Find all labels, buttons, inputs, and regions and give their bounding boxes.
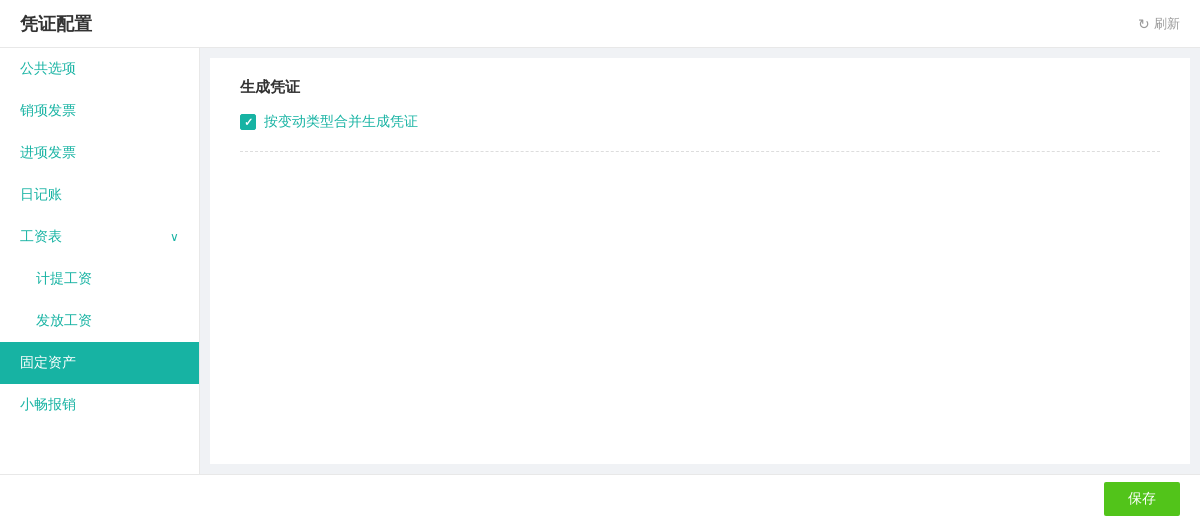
sidebar-label-payroll-table: 工资表 <box>20 228 62 246</box>
checkbox-row: ✓ 按变动类型合并生成凭证 <box>240 113 1160 131</box>
refresh-button[interactable]: ↻ 刷新 <box>1138 15 1180 33</box>
section-title: 生成凭证 <box>240 78 1160 97</box>
sidebar-label-journal: 日记账 <box>20 186 62 204</box>
header: 凭证配置 ↻ 刷新 <box>0 0 1200 48</box>
save-button[interactable]: 保存 <box>1104 482 1180 516</box>
sidebar-item-payroll-table[interactable]: 工资表 ∨ <box>0 216 199 258</box>
section-divider <box>240 151 1160 152</box>
refresh-label: 刷新 <box>1154 15 1180 33</box>
sidebar-label-pay-salary: 发放工资 <box>36 312 92 328</box>
sidebar-item-pay-salary[interactable]: 发放工资 <box>0 300 199 342</box>
chevron-down-icon: ∨ <box>170 230 179 244</box>
sidebar-item-purchase-invoice[interactable]: 进项发票 <box>0 132 199 174</box>
check-mark-icon: ✓ <box>244 116 253 129</box>
sidebar-item-public-options[interactable]: 公共选项 <box>0 48 199 90</box>
page-wrapper: 凭证配置 ↻ 刷新 公共选项 销项发票 进项发票 日记账 工资表 ∨ <box>0 0 1200 522</box>
sidebar-label-purchase-invoice: 进项发票 <box>20 144 76 162</box>
sidebar-label-sales-invoice: 销项发票 <box>20 102 76 120</box>
sidebar: 公共选项 销项发票 进项发票 日记账 工资表 ∨ 计提工资 发放工资 固定资 <box>0 48 200 474</box>
sidebar-label-expense-reimburse: 小畅报销 <box>20 396 76 414</box>
sidebar-item-journal[interactable]: 日记账 <box>0 174 199 216</box>
page-title: 凭证配置 <box>20 12 92 36</box>
refresh-icon: ↻ <box>1138 16 1150 32</box>
sidebar-label-public-options: 公共选项 <box>20 60 76 78</box>
merge-voucher-checkbox[interactable]: ✓ <box>240 114 256 130</box>
sidebar-item-fixed-assets[interactable]: 固定资产 <box>0 342 199 384</box>
merge-voucher-label: 按变动类型合并生成凭证 <box>264 113 418 131</box>
footer: 保存 <box>0 474 1200 522</box>
main-layout: 公共选项 销项发票 进项发票 日记账 工资表 ∨ 计提工资 发放工资 固定资 <box>0 48 1200 474</box>
sidebar-item-expense-reimburse[interactable]: 小畅报销 <box>0 384 199 426</box>
sidebar-label-fixed-assets: 固定资产 <box>20 354 76 372</box>
sidebar-item-calc-salary[interactable]: 计提工资 <box>0 258 199 300</box>
content-area: 生成凭证 ✓ 按变动类型合并生成凭证 <box>210 58 1190 464</box>
sidebar-item-sales-invoice[interactable]: 销项发票 <box>0 90 199 132</box>
sidebar-label-calc-salary: 计提工资 <box>36 270 92 286</box>
